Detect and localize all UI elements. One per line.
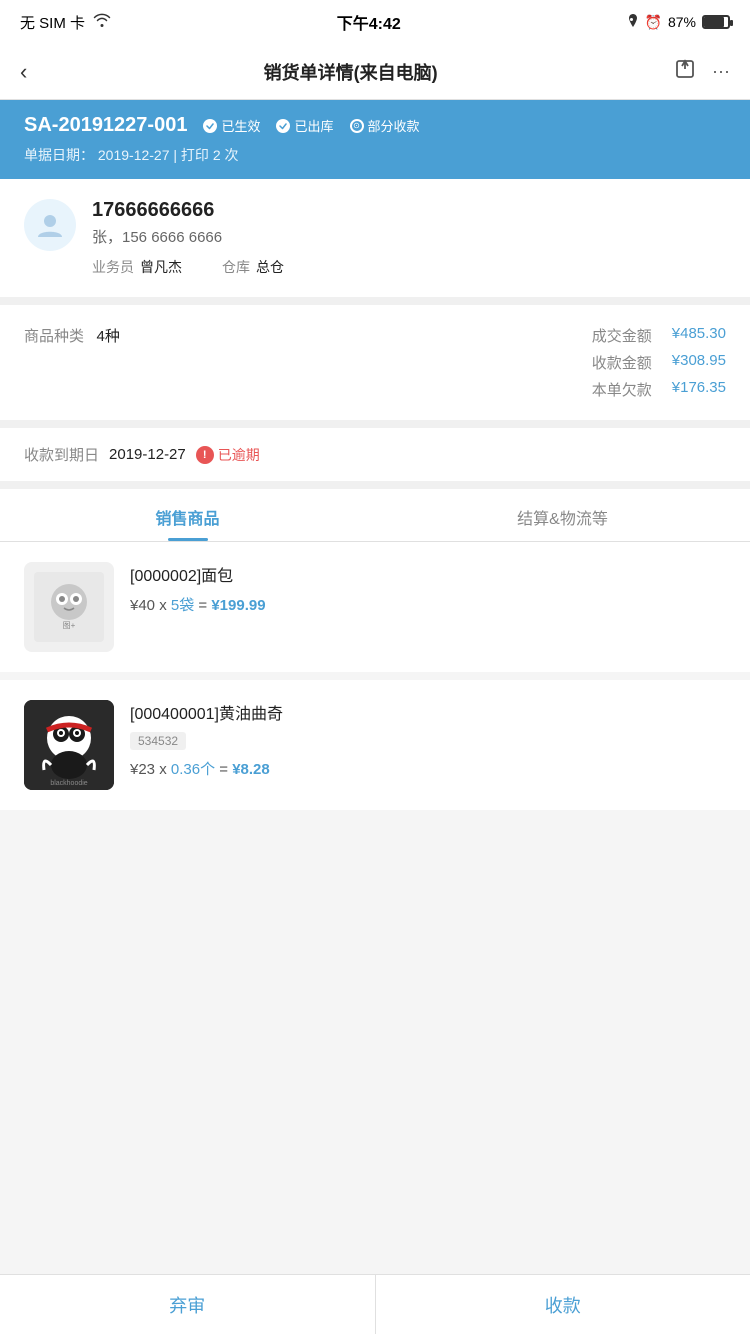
effective-icon xyxy=(203,119,217,133)
print-info: | 打印 2 次 xyxy=(173,147,238,163)
warehouse-info: 仓库 总仓 xyxy=(222,257,284,277)
tab-sales-products[interactable]: 销售商品 xyxy=(0,489,375,541)
due-date-value: 2019-12-27 xyxy=(109,446,186,463)
due-date-label: 收款到期日 xyxy=(24,444,99,465)
page-title: 销货单详情(来自电脑) xyxy=(264,59,438,85)
due-date-section: 收款到期日 2019-12-27 ! 已逾期 xyxy=(0,428,750,489)
staff-info: 业务员 曾凡杰 xyxy=(92,257,182,277)
amount-value: ¥485.30 xyxy=(672,325,726,346)
customer-name: 17666666666 xyxy=(92,199,726,222)
bottom-bar: 弃审 收款 xyxy=(0,1274,750,1334)
confirm-button[interactable]: 收款 xyxy=(376,1275,750,1334)
status-bar: 无 SIM 卡 下午4:42 ⏰ 87% xyxy=(0,0,750,44)
product-item: blackhoodie [000400001]黄油曲奇 534532 ¥23 x… xyxy=(0,680,750,810)
warehouse-label: 仓库 xyxy=(222,257,250,277)
overdue-icon: ! xyxy=(196,446,214,464)
summary-section: 商品种类 4种 成交金额 ¥485.30 收款金额 ¥308.95 本单欠款 ¥… xyxy=(0,305,750,428)
product-tabs: 销售商品 结算&物流等 xyxy=(0,489,750,542)
product-item: 图+ [0000002]面包 ¥40 x 5袋 = ¥199.99 xyxy=(0,542,750,672)
product-qty-1: 5袋 xyxy=(171,597,194,614)
shipped-icon xyxy=(276,119,290,133)
badge-effective: 已生效 xyxy=(203,116,260,135)
date-label: 单据日期： xyxy=(24,147,94,163)
banner-date-row: 单据日期： 2019-12-27 | 打印 2 次 xyxy=(24,145,726,165)
order-header-banner: SA-20191227-001 已生效 已出库 ⊙ 部分收款 单据日期： 201… xyxy=(0,100,750,179)
tab-settlement[interactable]: 结算&物流等 xyxy=(375,489,750,541)
product-image-2: blackhoodie xyxy=(24,700,114,790)
product-price-1: ¥40 x 5袋 = ¥199.99 xyxy=(130,594,726,615)
overdue-text: 已逾期 xyxy=(218,445,260,465)
warehouse-name: 总仓 xyxy=(256,257,284,277)
amount-summary: 成交金额 ¥485.30 收款金额 ¥308.95 本单欠款 ¥176.35 xyxy=(592,325,726,400)
product-name-1: [0000002]面包 xyxy=(130,562,726,586)
status-left: 无 SIM 卡 xyxy=(20,12,111,33)
badge-partial: ⊙ 部分收款 xyxy=(350,116,420,135)
svg-text:图+: 图+ xyxy=(63,621,76,630)
product-type-info: 商品种类 4种 xyxy=(24,325,120,400)
nav-bar: ‹ 销货单详情(来自电脑) ··· xyxy=(0,44,750,100)
received-row: 收款金额 ¥308.95 xyxy=(592,352,726,373)
received-label: 收款金额 xyxy=(592,352,652,373)
overdue-badge: ! 已逾期 xyxy=(196,445,260,465)
product-image-1: 图+ xyxy=(24,562,114,652)
carrier-text: 无 SIM 卡 xyxy=(20,12,85,33)
customer-avatar xyxy=(24,199,76,251)
product-info-1: [0000002]面包 ¥40 x 5袋 = ¥199.99 xyxy=(130,562,726,615)
customer-section: 17666666666 张，156 6666 6666 业务员 曾凡杰 仓库 总… xyxy=(0,179,750,305)
nav-actions: ··· xyxy=(674,58,730,85)
owed-value: ¥176.35 xyxy=(672,379,726,400)
more-button[interactable]: ··· xyxy=(712,61,730,82)
share-button[interactable] xyxy=(674,58,696,85)
svg-text:blackhoodie: blackhoodie xyxy=(50,780,87,787)
banner-row1: SA-20191227-001 已生效 已出库 ⊙ 部分收款 xyxy=(24,114,726,137)
amount-row: 成交金额 ¥485.30 xyxy=(592,325,726,346)
product-list: 图+ [0000002]面包 ¥40 x 5袋 = ¥199.99 xyxy=(0,542,750,888)
product-total-1: ¥199.99 xyxy=(211,597,265,614)
product-qty-2: 0.36个 xyxy=(171,761,215,778)
wifi-icon xyxy=(93,13,111,31)
staff-name: 曾凡杰 xyxy=(140,257,182,277)
product-type-value: 4种 xyxy=(97,328,120,345)
clock-icon: ⊙ xyxy=(350,119,364,133)
status-right: ⏰ 87% xyxy=(627,14,730,31)
product-info-2: [000400001]黄油曲奇 534532 ¥23 x 0.36个 = ¥8.… xyxy=(130,700,726,779)
owed-label: 本单欠款 xyxy=(592,379,652,400)
owed-row: 本单欠款 ¥176.35 xyxy=(592,379,726,400)
customer-info: 17666666666 张，156 6666 6666 业务员 曾凡杰 仓库 总… xyxy=(92,199,726,277)
location-icon xyxy=(627,14,639,31)
customer-phone: 张，156 6666 6666 xyxy=(92,226,726,247)
product-total-2: ¥8.28 xyxy=(232,761,270,778)
product-sku-2: 534532 xyxy=(130,732,186,750)
order-id: SA-20191227-001 xyxy=(24,114,187,137)
status-time: 下午4:42 xyxy=(337,10,401,34)
product-name-2: [000400001]黄油曲奇 xyxy=(130,700,726,724)
customer-meta: 业务员 曾凡杰 仓库 总仓 xyxy=(92,257,726,277)
product-type-label: 商品种类 xyxy=(24,328,84,345)
staff-label: 业务员 xyxy=(92,257,134,277)
order-date: 2019-12-27 xyxy=(98,147,170,163)
back-button[interactable]: ‹ xyxy=(20,59,27,85)
battery-icon xyxy=(702,15,730,29)
product-price-2: ¥23 x 0.36个 = ¥8.28 xyxy=(130,758,726,779)
alarm-icon: ⏰ xyxy=(645,14,662,31)
badge-shipped: 已出库 xyxy=(276,116,333,135)
battery-text: 87% xyxy=(668,14,696,30)
cancel-button[interactable]: 弃审 xyxy=(0,1275,376,1334)
amount-label: 成交金额 xyxy=(592,325,652,346)
received-value: ¥308.95 xyxy=(672,352,726,373)
